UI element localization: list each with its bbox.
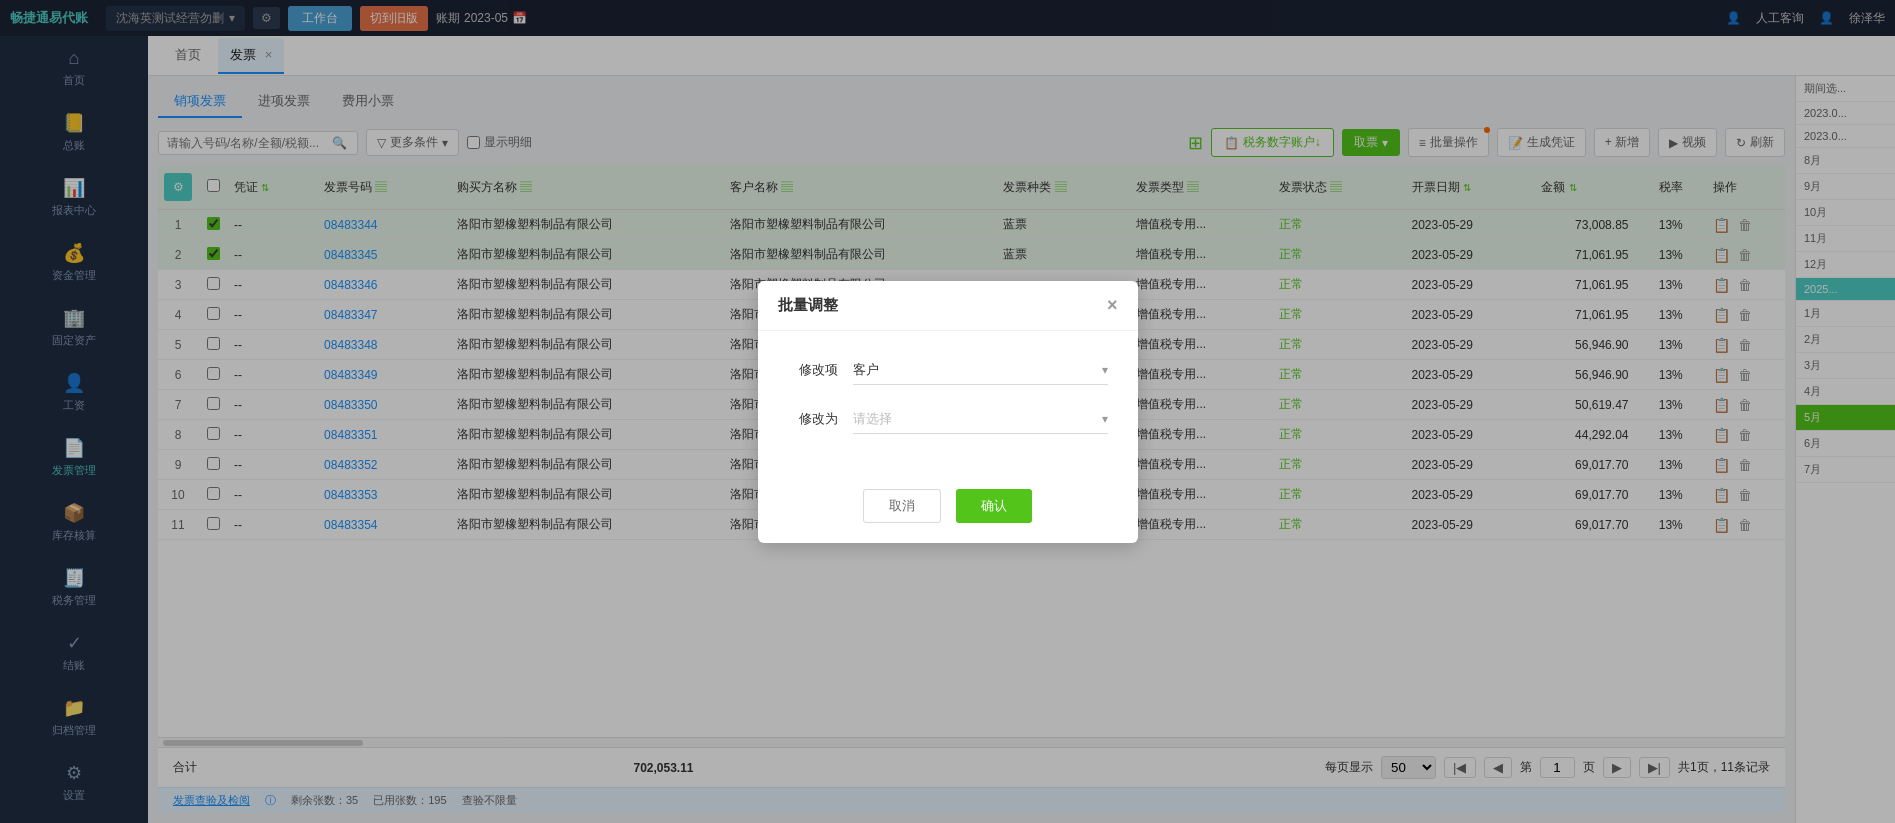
modal-body: 修改项 客户 修改为 请选择 (758, 331, 1138, 479)
modal-close-button[interactable]: × (1107, 295, 1118, 316)
modal-header: 批量调整 × (758, 281, 1138, 331)
modify-to-select[interactable]: 请选择 (853, 405, 1108, 434)
modify-to-chevron-icon (1102, 411, 1108, 426)
modal-title: 批量调整 (778, 296, 838, 315)
cancel-button[interactable]: 取消 (863, 489, 941, 523)
modal-row-to: 修改为 请选择 (788, 405, 1108, 434)
modify-to-placeholder: 请选择 (853, 410, 892, 428)
modify-item-value: 客户 (853, 361, 879, 379)
modal-row-item: 修改项 客户 (788, 356, 1108, 385)
modal-footer: 取消 确认 (758, 479, 1138, 543)
modal-overlay: 批量调整 × 修改项 客户 修改为 请选择 取消 确认 (0, 0, 1895, 823)
batch-adjust-modal: 批量调整 × 修改项 客户 修改为 请选择 取消 确认 (758, 281, 1138, 543)
modify-item-chevron-icon (1102, 362, 1108, 377)
confirm-button[interactable]: 确认 (956, 489, 1032, 523)
modify-item-label: 修改项 (788, 361, 838, 379)
modify-to-label: 修改为 (788, 410, 838, 428)
modify-item-select[interactable]: 客户 (853, 356, 1108, 385)
